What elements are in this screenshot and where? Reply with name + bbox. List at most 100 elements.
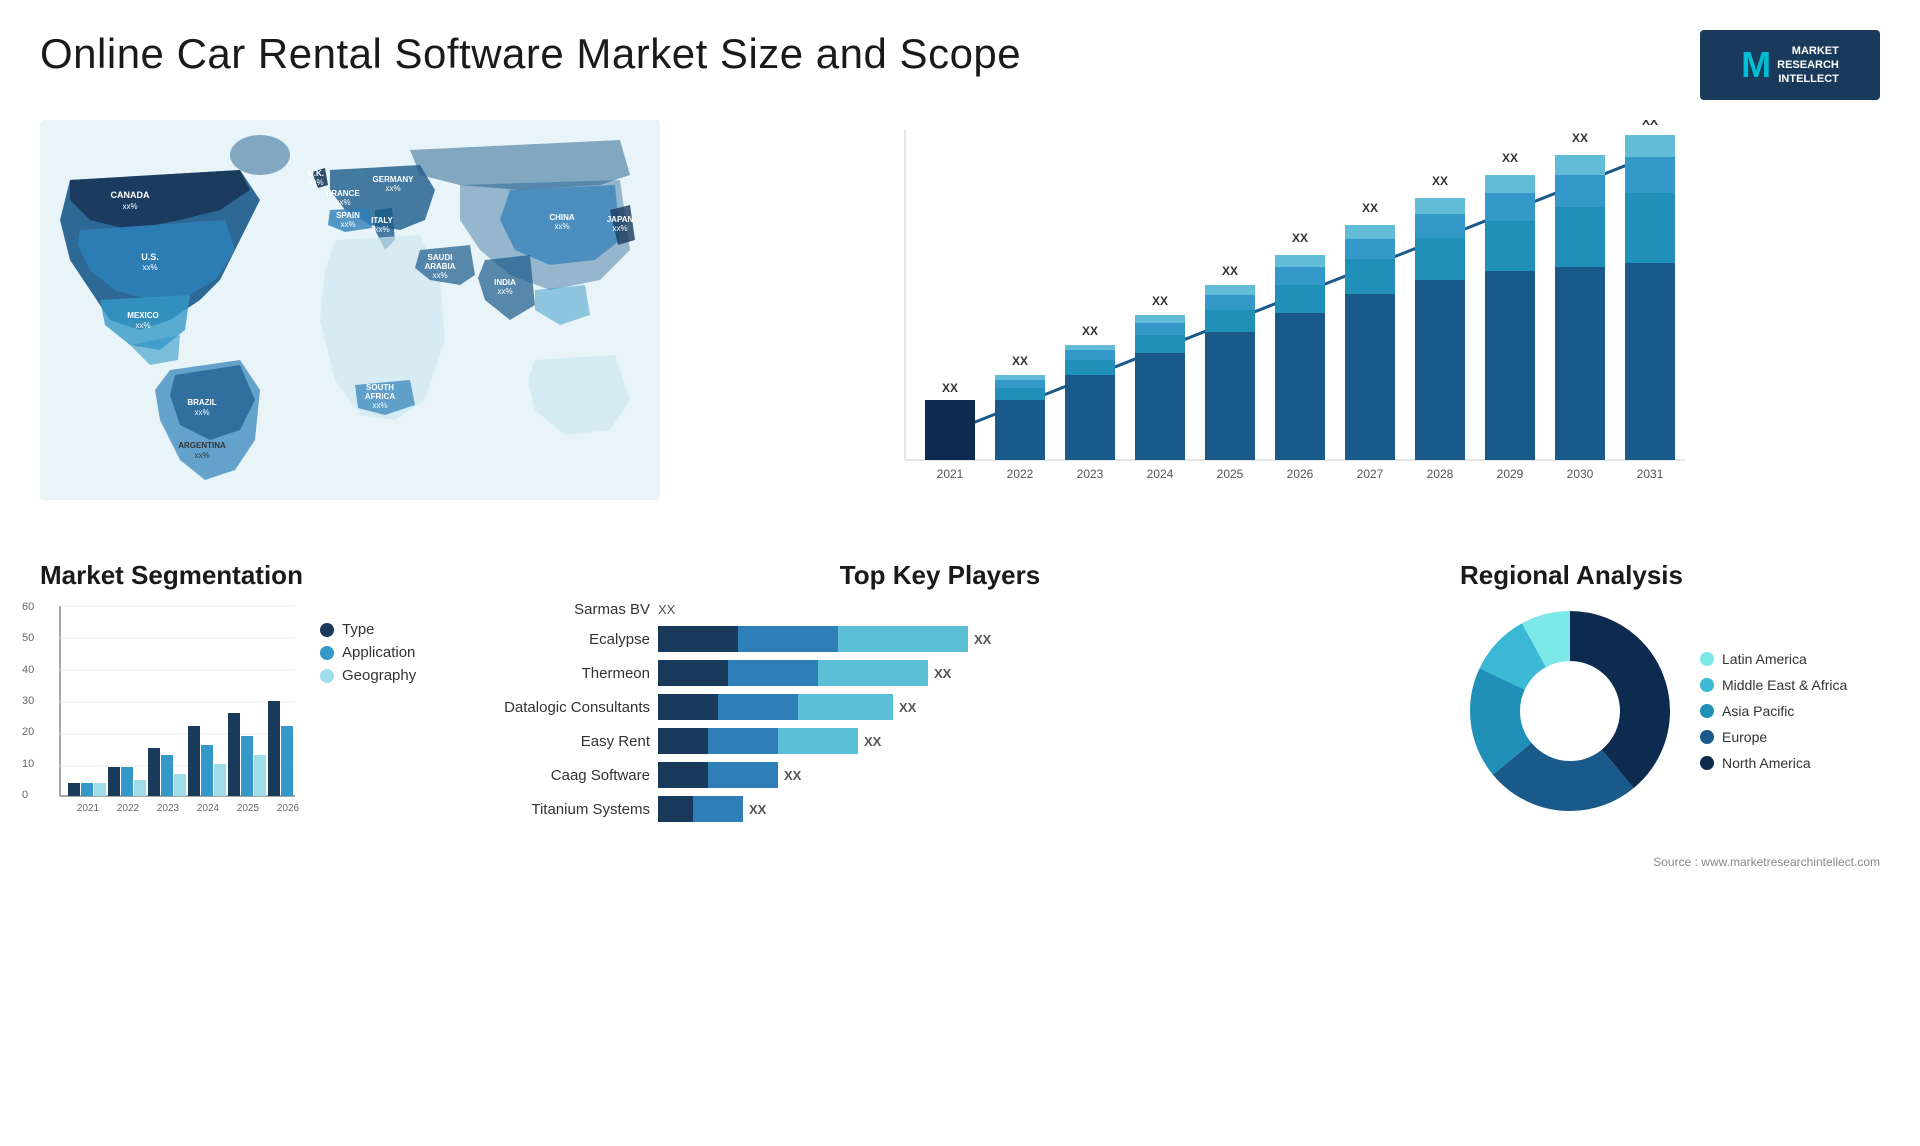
legend-europe: Europe xyxy=(1700,729,1847,745)
ecalypse-seg3 xyxy=(838,626,968,652)
seg-bar-2023-geo xyxy=(174,774,186,796)
seg-bar-2026-app xyxy=(281,726,293,796)
bar-label-2023: XX xyxy=(1082,324,1098,338)
map-label-mexico: MEXICO xyxy=(127,311,159,320)
player-name-easyrent: Easy Rent xyxy=(470,733,650,750)
titanium-seg2 xyxy=(693,796,743,822)
regional-section: Regional Analysis xyxy=(1460,560,1880,830)
bar-label-2027: XX xyxy=(1362,201,1378,215)
legend-label-latin-america: Latin America xyxy=(1722,651,1807,667)
segmentation-title: Market Segmentation xyxy=(40,560,420,591)
bar-label-2024: XX xyxy=(1152,294,1168,308)
player-value-datalogic: XX xyxy=(899,700,916,715)
legend-asia-pacific: Asia Pacific xyxy=(1700,703,1847,719)
seg-xlabel-2022: 2022 xyxy=(117,803,140,814)
seg-bar-chart: 2021 2022 2023 2024 xyxy=(40,601,300,821)
player-name-datalogic: Datalogic Consultants xyxy=(470,699,650,716)
bar-label-2031: XX xyxy=(1642,120,1658,128)
seg-y-60: 60 xyxy=(22,601,34,613)
seg-y-40: 40 xyxy=(22,664,34,676)
map-value-us: xx% xyxy=(142,263,157,272)
map-value-japan: xx% xyxy=(612,224,627,233)
map-label-uk: U.K. xyxy=(308,169,324,178)
seg-bar-2024-type xyxy=(188,726,200,796)
legend-north-america: North America xyxy=(1700,755,1847,771)
map-label-southafrica: SOUTH xyxy=(366,383,394,392)
seg-y-30: 30 xyxy=(22,695,34,707)
seg-bar-2022-type xyxy=(108,767,120,796)
thermeon-seg2 xyxy=(728,660,818,686)
seg-bar-2021-app xyxy=(81,783,93,796)
year-2024: 2024 xyxy=(1147,467,1174,481)
map-label-france: FRANCE xyxy=(326,189,360,198)
year-2031: 2031 xyxy=(1637,467,1664,481)
easyrent-seg2 xyxy=(708,728,778,754)
ecalypse-seg2 xyxy=(738,626,838,652)
map-label-china: CHINA xyxy=(549,213,575,222)
map-label-saudi2: ARABIA xyxy=(424,262,455,271)
player-row-easyrent: Easy Rent XX xyxy=(470,728,1410,754)
page-title: Online Car Rental Software Market Size a… xyxy=(40,30,1021,78)
datalogic-seg1 xyxy=(658,694,718,720)
thermeon-seg3 xyxy=(818,660,928,686)
player-value-titanium: XX xyxy=(749,802,766,817)
world-map: CANADA xx% U.S. xx% MEXICO xx% BRAZIL xx… xyxy=(40,120,660,500)
seg-y-10: 10 xyxy=(22,758,34,770)
map-label-canada: CANADA xyxy=(111,190,150,200)
map-value-france: xx% xyxy=(335,198,350,207)
bar-label-2022: XX xyxy=(1012,354,1028,368)
player-name-titanium: Titanium Systems xyxy=(470,801,650,818)
legend-label-europe: Europe xyxy=(1722,729,1767,745)
seg-y-20: 20 xyxy=(22,726,34,738)
source-text: Source : www.marketresearchintellect.com xyxy=(0,855,1920,869)
map-label-spain: SPAIN xyxy=(336,211,360,220)
legend-dot-north-america xyxy=(1700,756,1714,770)
easyrent-seg3 xyxy=(778,728,858,754)
seg-xlabel-2021: 2021 xyxy=(77,803,100,814)
map-value-italy: xx% xyxy=(374,225,389,234)
map-section: CANADA xx% U.S. xx% MEXICO xx% BRAZIL xx… xyxy=(40,120,660,540)
legend-type-dot xyxy=(320,623,334,637)
year-2022: 2022 xyxy=(1007,467,1034,481)
seg-y-50: 50 xyxy=(22,632,34,644)
map-value-southafrica: xx% xyxy=(372,401,387,410)
titanium-seg1 xyxy=(658,796,693,822)
seg-bar-2025-geo xyxy=(254,755,266,796)
player-bar-ecalypse: XX xyxy=(658,626,1410,652)
donut-container: Latin America Middle East & Africa Asia … xyxy=(1460,601,1880,821)
bar-label-2021: XX xyxy=(942,381,958,395)
legend-application-dot xyxy=(320,646,334,660)
legend-dot-latin-america xyxy=(1700,652,1714,666)
map-label-italy: ITALY xyxy=(371,216,393,225)
regional-title: Regional Analysis xyxy=(1460,560,1880,591)
map-label-saudi: SAUDI xyxy=(428,253,453,262)
map-value-uk: xx% xyxy=(308,178,323,187)
growth-chart: XX 2021 XX 2022 XX 2023 xyxy=(690,120,1880,520)
seg-y-0: 0 xyxy=(22,789,34,801)
map-label-germany: GERMANY xyxy=(373,175,415,184)
seg-bar-2021-geo xyxy=(94,783,106,796)
map-value-saudi: xx% xyxy=(432,271,447,280)
seg-bar-2021-type xyxy=(68,783,80,796)
map-label-india: INDIA xyxy=(494,278,516,287)
logo-box: M MARKETRESEARCHINTELLECT xyxy=(1700,30,1880,100)
seg-bar-2026-type xyxy=(268,701,280,796)
map-value-germany: xx% xyxy=(385,184,400,193)
bottom-section: Market Segmentation 60 50 40 30 20 10 0 xyxy=(0,540,1920,850)
legend-type-label: Type xyxy=(342,621,375,638)
player-value-ecalypse: XX xyxy=(974,632,991,647)
bar-label-2030: XX xyxy=(1572,131,1588,145)
map-value-canada: xx% xyxy=(122,202,137,211)
bar-label-2026: XX xyxy=(1292,231,1308,245)
players-title: Top Key Players xyxy=(470,560,1410,591)
map-value-spain: xx% xyxy=(340,220,355,229)
year-2021: 2021 xyxy=(937,467,964,481)
year-2030: 2030 xyxy=(1567,467,1594,481)
seg-bar-2024-app xyxy=(201,745,213,796)
legend-label-asia-pacific: Asia Pacific xyxy=(1722,703,1794,719)
bar-label-2025: XX xyxy=(1222,264,1238,278)
map-value-mexico: xx% xyxy=(135,321,150,330)
player-name-sarmasbv: Sarmas BV xyxy=(470,601,650,618)
year-2028: 2028 xyxy=(1427,467,1454,481)
player-value-caagsoftware: XX xyxy=(784,768,801,783)
